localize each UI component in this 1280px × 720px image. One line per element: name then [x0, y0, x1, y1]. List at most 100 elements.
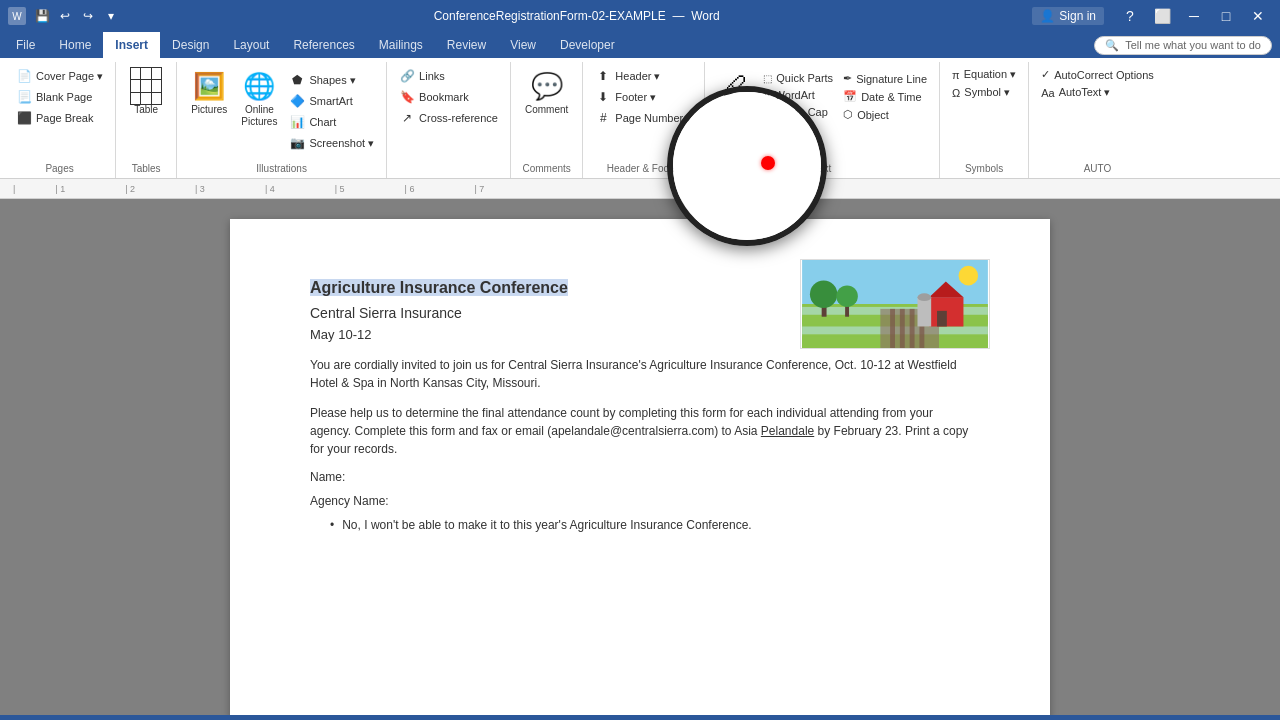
pictures-button[interactable]: 🖼️ Pictures — [185, 66, 233, 120]
screenshot-label: Screenshot ▾ — [309, 137, 374, 150]
quick-parts-label: Quick Parts — [776, 72, 833, 84]
redo-button[interactable]: ↪ — [78, 6, 98, 26]
tab-file[interactable]: File — [4, 32, 47, 58]
links-buttons: 🔗 Links 🔖 Bookmark ↗ Cross-reference — [395, 62, 502, 172]
page-break-label: Page Break — [36, 112, 93, 124]
tab-mailings[interactable]: Mailings — [367, 32, 435, 58]
ribbon-group-pages: 📄 Cover Page ▾ 📃 Blank Page ⬛ Page Break… — [4, 62, 116, 178]
save-button[interactable]: 💾 — [32, 6, 52, 26]
object-button[interactable]: ⬡ Object — [839, 106, 931, 123]
equation-button[interactable]: π Equation ▾ — [948, 66, 1020, 83]
tab-design[interactable]: Design — [160, 32, 221, 58]
pictures-label: Pictures — [191, 104, 227, 116]
ribbon-group-symbols: π Equation ▾ Ω Symbol ▾ Symbols — [940, 62, 1029, 178]
quick-access-toolbar: 💾 ↩ ↪ ▾ — [32, 6, 121, 26]
tab-references[interactable]: References — [281, 32, 366, 58]
object-label: Object — [857, 109, 889, 121]
cover-page-icon: 📄 — [16, 68, 32, 84]
screenshot-button[interactable]: 📷 Screenshot ▾ — [285, 133, 378, 153]
ruler: | | 1 | 2 | 3 | 4 | 5 | 6 | 7 — [0, 179, 1280, 199]
signature-line-button[interactable]: ✒ Signature Line — [839, 70, 931, 87]
blank-page-button[interactable]: 📃 Blank Page — [12, 87, 96, 107]
blank-page-icon: 📃 — [16, 89, 32, 105]
textbox-button[interactable]: 🖊 TextBox ▾ — [713, 66, 757, 132]
screenshot-icon: 📷 — [289, 135, 305, 151]
links-button[interactable]: 🔗 Links — [395, 66, 449, 86]
cross-reference-button[interactable]: ↗ Cross-reference — [395, 108, 502, 128]
tab-layout[interactable]: Layout — [221, 32, 281, 58]
textbox-icon: 🖊 — [719, 70, 751, 102]
doc-field-agency: Agency Name: — [310, 494, 970, 508]
status-bar: Page 1 of 2 📝 2 of 275 words ✓ ▣ 📖 🌐 − +… — [0, 715, 1280, 720]
footer-button[interactable]: ⬇ Footer ▾ — [591, 87, 660, 107]
autocorrect-button[interactable]: ✓ AutoCorrect Options — [1037, 66, 1158, 83]
table-icon — [130, 70, 162, 102]
farm-image — [800, 259, 990, 349]
ribbon-tabs-row: File Home Insert Design Layout Reference… — [0, 32, 1280, 58]
chart-button[interactable]: 📊 Chart — [285, 112, 378, 132]
ribbon-content: 📄 Cover Page ▾ 📃 Blank Page ⬛ Page Break… — [0, 58, 1280, 179]
hf-group-label: Header & Footer — [591, 161, 696, 178]
online-pictures-icon: 🌐 — [243, 70, 275, 102]
pelandale-link: Pelandale — [761, 424, 814, 438]
wordart-button[interactable]: A WordArt — [759, 87, 837, 103]
symbol-button[interactable]: Ω Symbol ▾ — [948, 84, 1014, 101]
close-button[interactable]: ✕ — [1244, 7, 1272, 25]
shapes-button[interactable]: ⬟ Shapes ▾ — [285, 70, 378, 90]
svg-point-17 — [810, 281, 837, 308]
word-logo-icon: W — [8, 7, 26, 25]
autotext-button[interactable]: Aa AutoText ▾ — [1037, 84, 1114, 101]
ribbon-display-button[interactable]: ⬜ — [1148, 7, 1176, 25]
tab-home[interactable]: Home — [47, 32, 103, 58]
date-time-button[interactable]: 📅 Date & Time — [839, 88, 931, 105]
quick-parts-button[interactable]: ⬚ Quick Parts — [759, 70, 837, 86]
search-icon: 🔍 — [1105, 39, 1119, 52]
header-button[interactable]: ⬆ Header ▾ — [591, 66, 664, 86]
doc-field-name: Name: — [310, 470, 970, 484]
tab-review[interactable]: Review — [435, 32, 498, 58]
tell-me-label: Tell me what you want to do — [1125, 39, 1261, 51]
cover-page-button[interactable]: 📄 Cover Page ▾ — [12, 66, 107, 86]
tab-developer[interactable]: Developer — [548, 32, 627, 58]
ruler-mark: | 2 — [125, 184, 135, 194]
minimize-button[interactable]: ─ — [1180, 7, 1208, 25]
equation-label: Equation ▾ — [964, 68, 1016, 81]
object-icon: ⬡ — [843, 108, 853, 121]
sign-in-button[interactable]: 👤 Sign in — [1032, 7, 1104, 25]
links-group-label — [395, 172, 502, 178]
table-button[interactable]: Table — [124, 66, 168, 120]
svg-point-19 — [836, 285, 858, 307]
filename-label: ConferenceRegistrationForm-02-EXAMPLE — [434, 9, 666, 23]
tab-insert[interactable]: Insert — [103, 32, 160, 58]
undo-button[interactable]: ↩ — [55, 6, 75, 26]
maximize-button[interactable]: □ — [1212, 7, 1240, 25]
title-bar-right: 👤 Sign in ? ⬜ ─ □ ✕ — [1032, 7, 1272, 25]
customize-qa-button[interactable]: ▾ — [101, 6, 121, 26]
blank-page-label: Blank Page — [36, 91, 92, 103]
comment-button[interactable]: 💬 Comment — [519, 66, 574, 120]
drop-cap-button[interactable]: Aa Drop Cap — [759, 104, 837, 120]
bullet-dot: • — [330, 518, 334, 532]
doc-para2: Please help us to determine the final at… — [310, 404, 970, 458]
equation-icon: π — [952, 69, 960, 81]
ribbon-group-tables: Table Tables — [116, 62, 177, 178]
help-button[interactable]: ? — [1116, 7, 1144, 25]
symbols-group-label: Symbols — [948, 161, 1020, 178]
online-pictures-button[interactable]: 🌐 OnlinePictures — [235, 66, 283, 132]
signature-icon: ✒ — [843, 72, 852, 85]
farm-illustration — [801, 260, 989, 348]
app-name-label: Word — [691, 9, 719, 23]
wordart-icon: A — [763, 89, 770, 101]
illustrations-group-label: Illustrations — [185, 161, 378, 178]
tell-me-input[interactable]: 🔍 Tell me what you want to do — [1094, 36, 1272, 55]
ribbon-group-links: 🔗 Link 🔗 Links 🔖 Bookmark ↗ Cross-refere… — [387, 62, 511, 178]
pictures-icon: 🖼️ — [193, 70, 225, 102]
smartart-button[interactable]: 🔷 SmartArt — [285, 91, 378, 111]
page-number-button[interactable]: # Page Number ▾ — [591, 108, 696, 128]
ribbon-tabs: File Home Insert Design Layout Reference… — [0, 32, 627, 58]
tab-view[interactable]: View — [498, 32, 548, 58]
page-number-icon: # — [595, 110, 611, 126]
page-break-button[interactable]: ⬛ Page Break — [12, 108, 97, 128]
bookmark-button[interactable]: 🔖 Bookmark — [395, 87, 473, 107]
cover-page-label: Cover Page ▾ — [36, 70, 103, 83]
